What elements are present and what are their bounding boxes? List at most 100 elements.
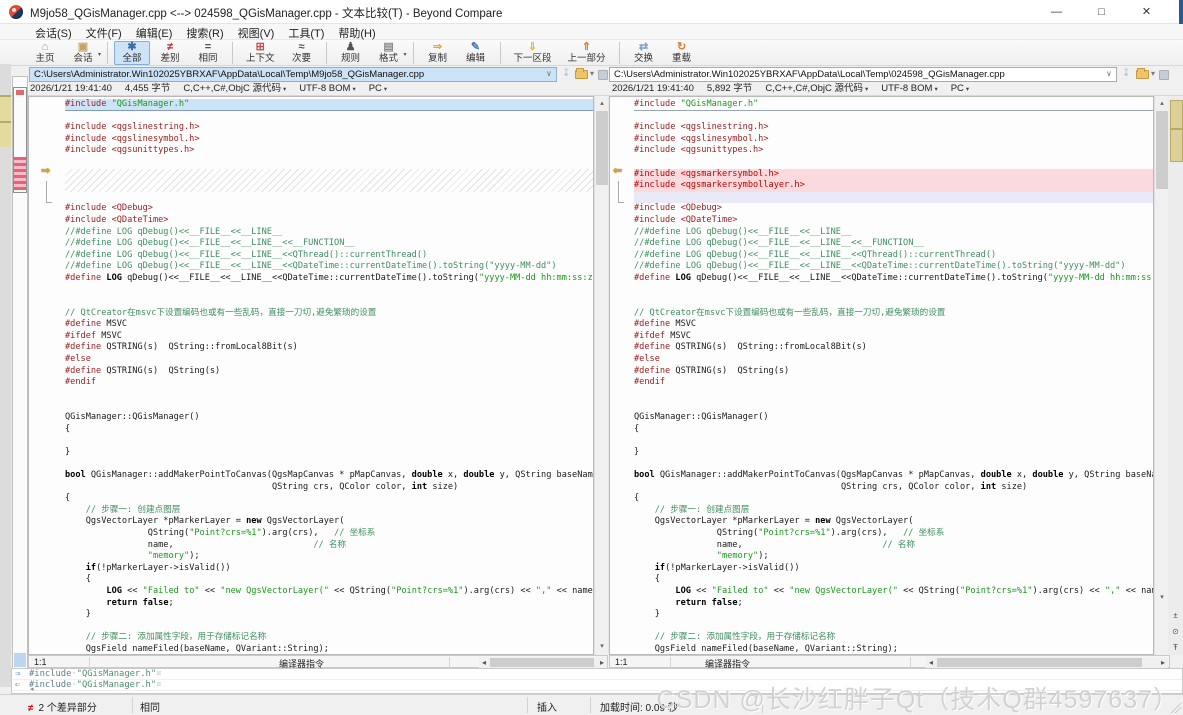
resize-grip[interactable] (1171, 703, 1181, 713)
home-button[interactable]: ⌂主页 (27, 41, 63, 65)
right-browse-folder-icon[interactable] (1136, 70, 1149, 79)
minor-button[interactable]: ≈次要 (284, 41, 320, 65)
right-encoding-select[interactable]: UTF-8 BOM▾ (881, 83, 937, 96)
scroll-right-icon[interactable]: ▸ (1158, 657, 1168, 668)
left-folder-caret-icon[interactable]: ▾ (590, 69, 594, 78)
code-line: { (634, 574, 1153, 586)
scroll-left-icon[interactable]: ◂ (479, 657, 489, 668)
code-line (65, 621, 593, 633)
toolbar-button-label: 上一部分 (568, 53, 606, 64)
maximize-button[interactable]: □ (1079, 0, 1124, 24)
right-hscroll-thumb[interactable] (937, 658, 1142, 667)
left-vertical-scrollbar[interactable]: ▴ ▾ (594, 96, 608, 655)
close-button[interactable]: ✕ (1124, 0, 1169, 24)
right-syntax-select[interactable]: C,C++,C#,ObjC 源代码▾ (765, 83, 868, 96)
toolbar-button-label: 格式 (379, 53, 398, 64)
scroll-up-icon[interactable]: ▴ (1155, 97, 1169, 110)
all-button[interactable]: ✱全部 (114, 41, 150, 65)
beyond-compare-logo-icon (9, 5, 23, 19)
left-lineend-select[interactable]: PC▾ (369, 83, 387, 96)
copy-section-right-arrow-icon[interactable]: ⇒ (41, 166, 50, 177)
right-vertical-scrollbar[interactable]: ▴ ▾ (1154, 96, 1168, 655)
right-lineend-select[interactable]: PC▾ (951, 83, 969, 96)
detail-scroll-left-icon[interactable]: ◂ (30, 685, 34, 693)
code-line: { (634, 493, 1153, 505)
right-scroll-thumb[interactable] (1156, 111, 1168, 189)
context-button[interactable]: ⊞上下文 (239, 41, 282, 65)
left-save-icon[interactable] (598, 70, 608, 80)
plus-minus-button[interactable]: ± (1168, 608, 1183, 624)
section-extent-bracket (618, 181, 624, 203)
same-button[interactable]: =相同 (190, 41, 226, 65)
copy-button[interactable]: ⇒复制 (420, 41, 456, 65)
minimize-button[interactable]: — (1034, 0, 1079, 24)
scroll-left-icon[interactable]: ◂ (926, 657, 936, 668)
edit-button[interactable]: ✎编辑 (458, 41, 494, 65)
diff-overview-map[interactable] (12, 76, 28, 676)
code-line: QGisManager::QGisManager() (65, 412, 593, 424)
code-line: //#define LOG qDebug()<<__FILE__<<__LINE… (634, 238, 1153, 250)
tbar-button[interactable]: Ŧ (1168, 640, 1183, 656)
left-browse-folder-icon[interactable] (575, 70, 588, 79)
code-line: QgsField nameFiled(baseName, QVariant::S… (65, 644, 593, 655)
toolbar-separator (326, 42, 327, 64)
right-download-icon[interactable]: ↧ (1122, 67, 1130, 81)
left-code-area[interactable]: #include "QGisManager.h"#include <qgslin… (65, 99, 593, 655)
detail-line[interactable]: ⇒#include·"QGisManager.h"¤ (12, 669, 1182, 680)
left-path-dropdown-icon[interactable]: ∨ (546, 69, 552, 78)
code-line: if(!pMarkerLayer->isValid()) (634, 563, 1153, 575)
code-line (65, 192, 593, 204)
code-line (634, 296, 1153, 308)
compare-area: #include "QGisManager.h"#include <qgslin… (0, 96, 1183, 655)
copy-section-left-arrow-icon[interactable]: ⇐ (613, 166, 622, 177)
rules-button[interactable]: ♟规则 (333, 41, 369, 65)
left-horizontal-scrollbar[interactable]: ◂ ▸ (479, 657, 607, 668)
swap-button[interactable]: ⇄交换 (626, 41, 662, 65)
code-line: // QtCreator在msvc下设置编码也或有一些乱码，直接一刀切,避免繁琐… (634, 308, 1153, 320)
right-path-dropdown-icon[interactable]: ∨ (1106, 69, 1112, 78)
right-path-input[interactable]: C:\Users\Administrator.Win102025YBRXAF\A… (609, 67, 1117, 82)
left-pane-status-bar: 1:1 编译器指令 ◂ ▸ (28, 655, 608, 668)
left-scroll-thumb[interactable] (596, 111, 608, 185)
left-encoding-select[interactable]: UTF-8 BOM▾ (299, 83, 355, 96)
code-line (65, 458, 593, 470)
code-line (634, 621, 1153, 633)
code-line: #include <qgsunittypes.h> (65, 145, 593, 157)
sessions-button[interactable]: ▣会话▾ (65, 41, 101, 65)
scroll-right-icon[interactable]: ▸ (597, 657, 607, 668)
right-save-icon[interactable] (1159, 70, 1169, 80)
left-syntax-select[interactable]: C,C++,C#,ObjC 源代码▾ (183, 83, 286, 96)
left-hscroll-thumb[interactable] (490, 658, 594, 667)
code-line (65, 157, 593, 169)
window-controls: — □ ✕ (1034, 0, 1169, 24)
copy-icon: ⇒ (433, 42, 442, 53)
prev-section-button[interactable]: ⇑上一部分 (561, 41, 613, 65)
caret-down-icon[interactable]: ▾ (98, 51, 101, 58)
left-editor-pane[interactable]: #include "QGisManager.h"#include <qgslin… (28, 96, 594, 655)
scroll-down-icon[interactable]: ▾ (595, 640, 609, 653)
scroll-up-icon[interactable]: ▴ (595, 97, 609, 110)
right-folder-caret-icon[interactable]: ▾ (1151, 69, 1155, 78)
code-line: // 步骤一: 创建点图层 (634, 505, 1153, 517)
code-line: name, // 名称 (634, 540, 1153, 552)
detail-line[interactable]: ⇐#include·"QGisManager.h"¤ (12, 680, 1182, 691)
code-line: #else (634, 354, 1153, 366)
code-line (65, 296, 593, 308)
overview-scroll-thumb[interactable] (14, 653, 26, 667)
next-section-button[interactable]: ⇓下一区段 (507, 41, 559, 65)
circle-button[interactable]: ⊙ (1168, 624, 1183, 640)
code-line (634, 458, 1153, 470)
scroll-down-icon[interactable]: ▾ (1155, 591, 1169, 604)
reload-button[interactable]: ↻重载 (664, 41, 700, 65)
caret-down-icon[interactable]: ▾ (404, 51, 407, 58)
right-horizontal-scrollbar[interactable]: ◂ ▸ (926, 657, 1168, 668)
format-button[interactable]: ▤格式▾ (371, 41, 407, 65)
right-editor-pane[interactable]: #include "QGisManager.h"#include <qgslin… (609, 96, 1154, 655)
code-line: //#define LOG qDebug()<<__FILE__<<__LINE… (65, 227, 593, 239)
right-code-area[interactable]: #include "QGisManager.h"#include <qgslin… (634, 99, 1153, 655)
code-line (634, 435, 1153, 447)
left-path-input[interactable]: C:\Users\Administrator.Win102025YBRXAF\A… (29, 67, 557, 82)
left-download-icon[interactable]: ↧ (562, 67, 570, 81)
differences-button[interactable]: ≠差别 (152, 41, 188, 65)
minor-icon: ≈ (298, 42, 304, 53)
